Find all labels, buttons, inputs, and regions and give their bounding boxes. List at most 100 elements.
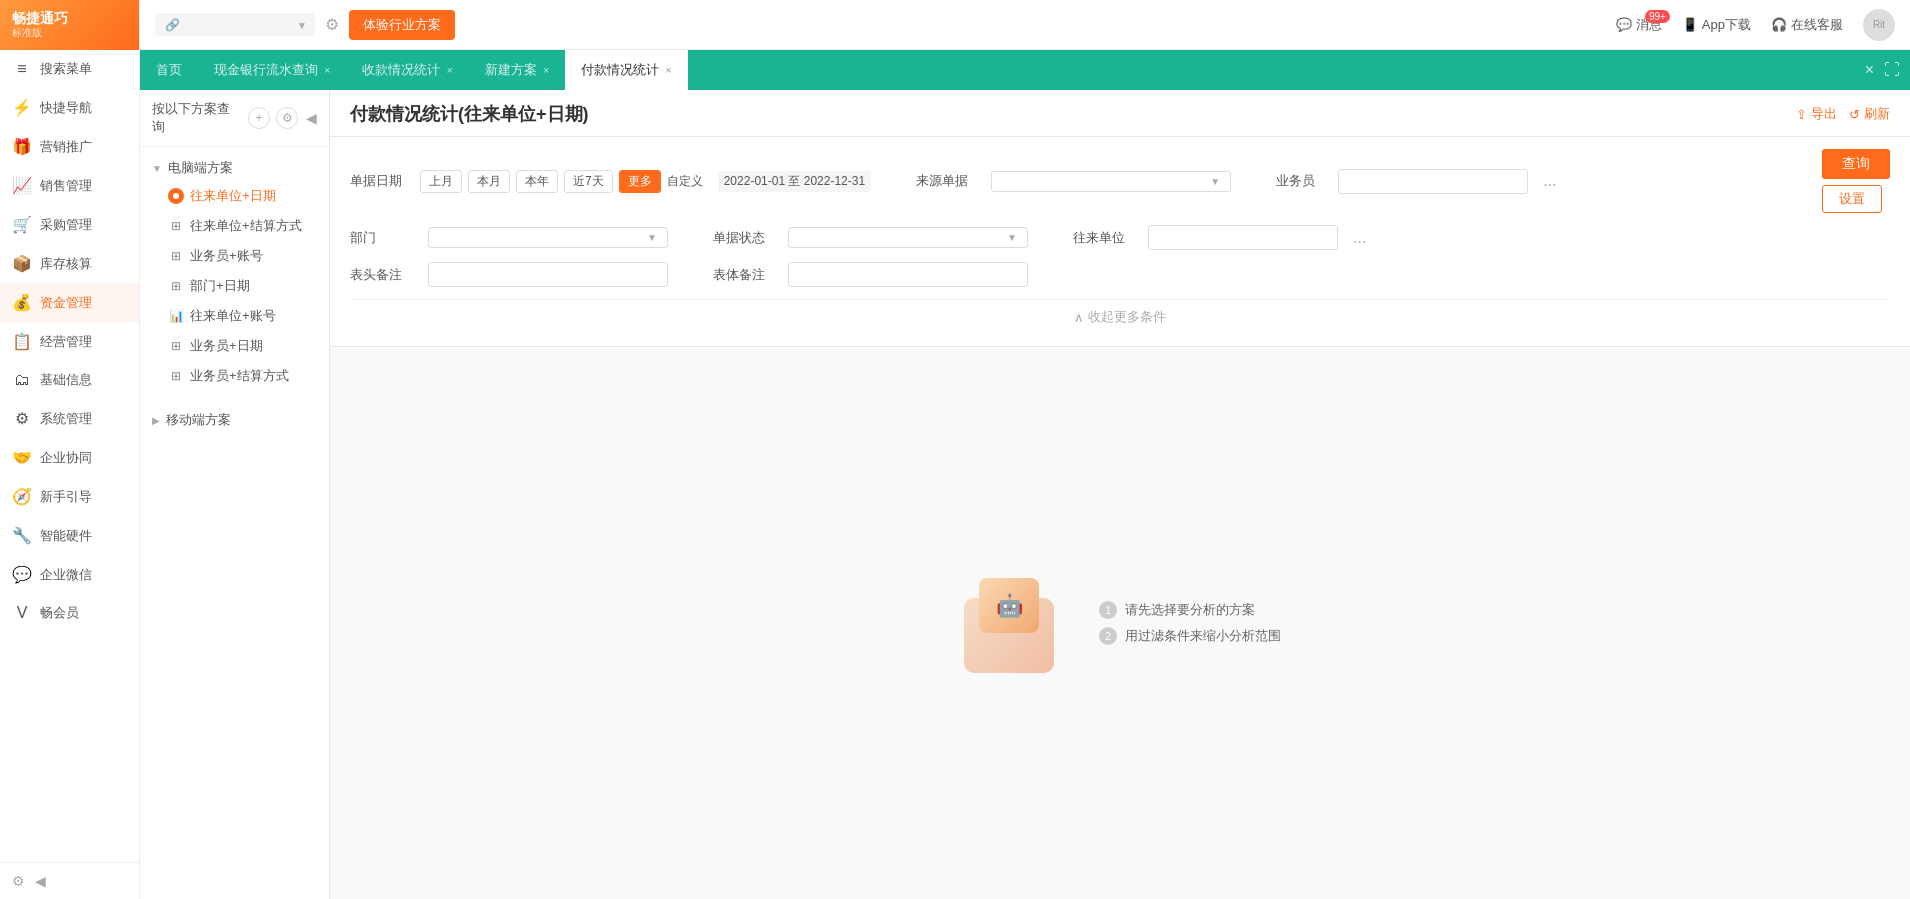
wechat-icon: 💬 [12, 565, 32, 584]
collapse-icon: ∧ [1074, 310, 1084, 325]
topbar-right: 💬 消息 99+ 📱 App下载 🎧 在线客服 Rit [1616, 9, 1895, 41]
tab-label-payment-stats: 付款情况统计 [581, 61, 659, 79]
sidebar-item-member[interactable]: V畅会员 [0, 594, 139, 632]
date-opt-last-month[interactable]: 上月 [420, 170, 462, 193]
tab-close-receipt-stats[interactable]: × [446, 64, 452, 76]
scheme-item-staff-date[interactable]: ⊞业务员+日期 [140, 331, 329, 361]
message-icon: 💬 [1616, 17, 1632, 32]
wechat-label: 企业微信 [40, 566, 92, 584]
sidebar-item-guide[interactable]: 🧭新手引导 [0, 477, 139, 516]
tab-close-new-scheme[interactable]: × [543, 64, 549, 76]
sidebar-item-enterprise[interactable]: 🤝企业协同 [0, 438, 139, 477]
tab-home[interactable]: 首页 [140, 50, 198, 90]
staff-dots[interactable]: ... [1543, 172, 1556, 190]
sidebar-item-basic-info[interactable]: 🗂基础信息 [0, 361, 139, 399]
filter-row-1: 单据日期 上月 本月 本年 近7天 更多 自定义 2022-01-01 至 20… [350, 149, 1890, 213]
member-icon: V [12, 604, 32, 622]
add-scheme-btn[interactable]: + [248, 107, 270, 129]
tab-expand-icon[interactable]: ⛶ [1884, 61, 1900, 79]
dept-dropdown[interactable]: ▼ [428, 227, 668, 248]
tab-close-window-icon[interactable]: × [1865, 61, 1874, 79]
sidebar-nav: ≡搜索菜单⚡快捷导航🎁营销推广📈销售管理🛒采购管理📦库存核算💰资金管理📋经营管理… [0, 50, 139, 632]
finance-icon: 💰 [12, 293, 32, 312]
date-opt-7days[interactable]: 近7天 [564, 170, 613, 193]
scheme-item-unit-account[interactable]: 📊往来单位+账号 [140, 301, 329, 331]
tab-bank-flow[interactable]: 现金银行流水查询× [198, 50, 346, 90]
message-btn[interactable]: 💬 消息 99+ [1616, 16, 1662, 34]
date-opt-this-month[interactable]: 本月 [468, 170, 510, 193]
mobile-group-label: 移动端方案 [166, 411, 231, 429]
online-service-btn[interactable]: 🎧 在线客服 [1771, 16, 1843, 34]
scheme-item-staff-account[interactable]: ⊞业务员+账号 [140, 241, 329, 271]
tab-close-payment-stats[interactable]: × [665, 64, 671, 76]
body-note-input[interactable] [788, 262, 1028, 287]
body-note-label: 表体备注 [713, 266, 765, 284]
scheme-settings-btn[interactable]: ⚙ [276, 107, 298, 129]
tabbar: 首页现金银行流水查询×收款情况统计×新建方案× 付款情况统计 × × ⛶ [140, 50, 1910, 90]
filter-row-2: 部门 ▼ 单据状态 ▼ 往来单位 ... [350, 225, 1890, 250]
system-label: 系统管理 [40, 410, 92, 428]
header-note-input[interactable] [428, 262, 668, 287]
sidebar-item-inventory[interactable]: 📦库存核算 [0, 244, 139, 283]
sidebar-item-sales[interactable]: 📈销售管理 [0, 166, 139, 205]
scheme-item-staff-settlement[interactable]: ⊞业务员+结算方式 [140, 361, 329, 391]
desktop-group-arrow: ▼ [152, 163, 162, 174]
logo-text: 畅捷通巧 [12, 10, 68, 27]
mobile-scheme-group: ▶ 移动端方案 [140, 399, 329, 441]
enterprise-icon: 🤝 [12, 448, 32, 467]
sidebar-item-search[interactable]: ≡搜索菜单 [0, 50, 139, 88]
main-area: 🔗 ▼ ⚙ 体验行业方案 💬 消息 99+ 📱 App下载 🎧 在线客服 Rit [140, 0, 1910, 899]
filter-settings-button[interactable]: 设置 [1822, 185, 1882, 213]
purchase-label: 采购管理 [40, 216, 92, 234]
sidebar-item-quick-nav[interactable]: ⚡快捷导航 [0, 88, 139, 127]
address-bar[interactable]: 🔗 ▼ [155, 13, 315, 36]
tab-right-actions: × ⛶ [1865, 50, 1910, 90]
collapse-btn[interactable]: ∧ 收起更多条件 [1074, 308, 1166, 326]
sidebar-item-operations[interactable]: 📋经营管理 [0, 322, 139, 361]
header-note-label: 表头备注 [350, 266, 405, 284]
settings-icon[interactable]: ⚙ [12, 873, 25, 889]
scheme-item-unit-settlement[interactable]: ⊞往来单位+结算方式 [140, 211, 329, 241]
sidebar-item-marketing[interactable]: 🎁营销推广 [0, 127, 139, 166]
related-unit-dots[interactable]: ... [1353, 229, 1366, 247]
operations-icon: 📋 [12, 332, 32, 351]
sidebar-item-wechat[interactable]: 💬 企业微信 [0, 555, 139, 594]
desktop-group-label: 电脑端方案 [168, 159, 233, 177]
bill-status-dropdown[interactable]: ▼ [788, 227, 1028, 248]
trial-button[interactable]: 体验行业方案 [349, 10, 455, 40]
date-range-value[interactable]: 2022-01-01 至 2022-12-31 [718, 171, 871, 192]
scheme-item-unit-date[interactable]: 往来单位+日期 [140, 181, 329, 211]
hint-num-2: 2 [1099, 627, 1117, 645]
tab-receipt-stats[interactable]: 收款情况统计× [346, 50, 468, 90]
date-opt-more[interactable]: 更多 [619, 170, 661, 193]
user-avatar[interactable]: Rit [1863, 9, 1895, 41]
empty-state: 🤖 1 请先选择要分析的方案 2 用过滤条件来缩小分析范围 [330, 347, 1910, 899]
topbar-gear-icon[interactable]: ⚙ [325, 15, 339, 34]
refresh-btn[interactable]: ↺ 刷新 [1849, 105, 1890, 123]
related-unit-input[interactable] [1148, 225, 1338, 250]
source-bill-dropdown[interactable]: ▼ [991, 171, 1231, 192]
date-opt-custom[interactable]: 自定义 [667, 173, 703, 190]
tab-new-scheme[interactable]: 新建方案× [469, 50, 565, 90]
sidebar-item-purchase[interactable]: 🛒采购管理 [0, 205, 139, 244]
scheme-table-icon: ⊞ [168, 368, 184, 384]
tab-close-bank-flow[interactable]: × [324, 64, 330, 76]
sidebar-item-finance[interactable]: 💰资金管理 [0, 283, 139, 322]
empty-content: 🤖 1 请先选择要分析的方案 2 用过滤条件来缩小分析范围 [959, 573, 1281, 673]
collapse-sidebar-icon[interactable]: ◀ [35, 873, 46, 889]
app-download-btn[interactable]: 📱 App下载 [1682, 16, 1751, 34]
date-opt-this-year[interactable]: 本年 [516, 170, 558, 193]
tab-payment-stats[interactable]: 付款情况统计 × [565, 50, 687, 90]
scheme-table-icon: ⊞ [168, 278, 184, 294]
desktop-group-title[interactable]: ▼ 电脑端方案 [140, 155, 329, 181]
source-bill-arrow: ▼ [1210, 176, 1220, 187]
scheme-collapse-btn[interactable]: ◀ [306, 110, 317, 126]
scheme-item-label-unit-settlement: 往来单位+结算方式 [190, 217, 302, 235]
staff-input[interactable] [1338, 169, 1528, 194]
query-button[interactable]: 查询 [1822, 149, 1890, 179]
export-btn[interactable]: ⇪ 导出 [1796, 105, 1837, 123]
sidebar-item-system[interactable]: ⚙系统管理 [0, 399, 139, 438]
mobile-group-title[interactable]: ▶ 移动端方案 [140, 407, 329, 433]
scheme-item-dept-date[interactable]: ⊞部门+日期 [140, 271, 329, 301]
sidebar-item-hardware[interactable]: 🔧智能硬件 [0, 516, 139, 555]
